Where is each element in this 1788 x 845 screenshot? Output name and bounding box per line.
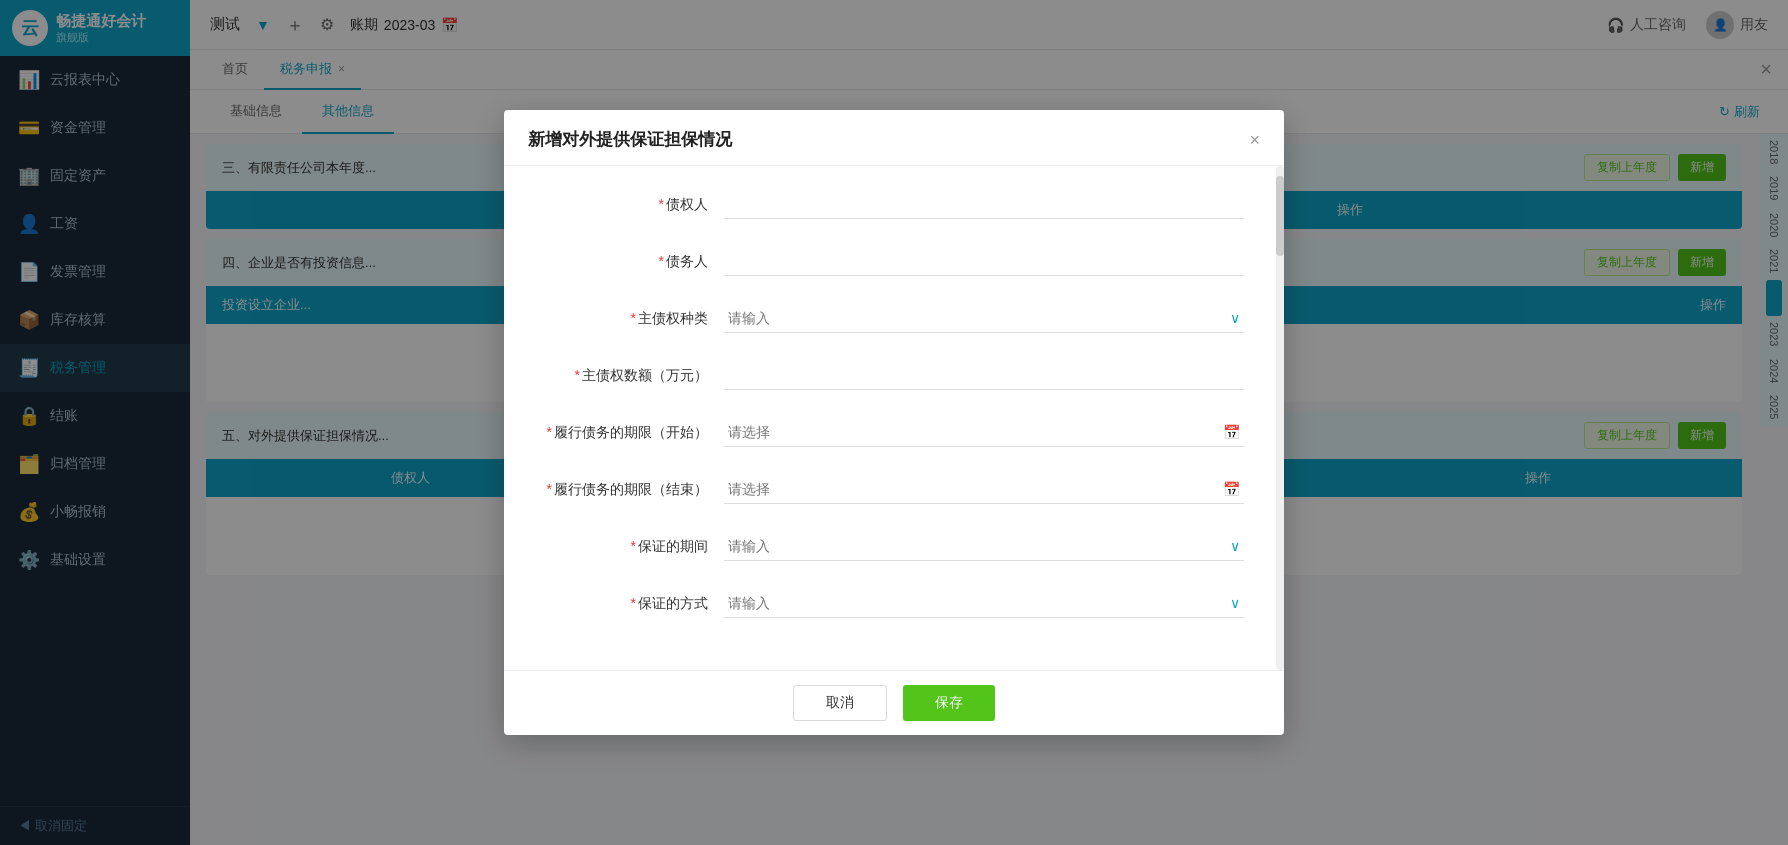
label-start-date: *履行债务的期限（开始）	[544, 424, 724, 442]
modal-overlay[interactable]: 新增对外提供保证担保情况 × *债权人 *债务人	[0, 0, 1788, 845]
modal-footer: 取消 保存	[504, 670, 1284, 735]
required-mark-debt-type: *	[631, 310, 636, 326]
field-debtor: *债务人	[544, 247, 1244, 276]
required-mark-start: *	[547, 424, 552, 440]
label-creditor: *债权人	[544, 196, 724, 214]
modal-title: 新增对外提供保证担保情况	[528, 128, 732, 151]
label-debt-type: *主债权种类	[544, 310, 724, 328]
date-picker-end[interactable]: 📅	[724, 475, 1244, 504]
save-button[interactable]: 保存	[903, 685, 995, 721]
label-guarantee-period: *保证的期间	[544, 538, 724, 556]
modal-close-button[interactable]: ×	[1249, 131, 1260, 149]
input-guarantee-period[interactable]	[724, 532, 1226, 560]
field-creditor: *债权人	[544, 190, 1244, 219]
input-creditor[interactable]	[724, 190, 1244, 219]
modal-body: *债权人 *债务人 *主债权种类 ∨	[504, 166, 1284, 670]
field-start-date: *履行债务的期限（开始） 📅	[544, 418, 1244, 447]
select-guarantee-period[interactable]: ∨	[724, 532, 1244, 561]
chevron-down-icon[interactable]: ∨	[1226, 310, 1244, 326]
label-guarantee-method: *保证的方式	[544, 595, 724, 613]
required-mark-amount: *	[575, 367, 580, 383]
label-debt-amount: *主债权数额（万元）	[544, 367, 724, 385]
input-debt-amount[interactable]	[724, 361, 1244, 390]
modal-header: 新增对外提供保证担保情况 ×	[504, 110, 1284, 166]
input-end-date[interactable]	[724, 475, 1219, 503]
field-debt-amount: *主债权数额（万元）	[544, 361, 1244, 390]
label-end-date: *履行债务的期限（结束）	[544, 481, 724, 499]
scrollbar-track	[1276, 166, 1284, 670]
input-start-date[interactable]	[724, 418, 1219, 446]
scrollbar-thumb[interactable]	[1276, 176, 1284, 256]
calendar-start-icon[interactable]: 📅	[1219, 424, 1244, 440]
input-guarantee-method[interactable]	[724, 589, 1226, 617]
chevron-down-gm-icon[interactable]: ∨	[1226, 595, 1244, 611]
select-guarantee-method[interactable]: ∨	[724, 589, 1244, 618]
input-debt-type[interactable]	[724, 304, 1226, 332]
label-debtor: *债务人	[544, 253, 724, 271]
required-mark-debtor: *	[659, 253, 664, 269]
field-end-date: *履行债务的期限（结束） 📅	[544, 475, 1244, 504]
field-guarantee-period: *保证的期间 ∨	[544, 532, 1244, 561]
required-mark-gp: *	[631, 538, 636, 554]
field-debt-type: *主债权种类 ∨	[544, 304, 1244, 333]
modal-dialog: 新增对外提供保证担保情况 × *债权人 *债务人	[504, 110, 1284, 735]
date-picker-start[interactable]: 📅	[724, 418, 1244, 447]
input-debtor[interactable]	[724, 247, 1244, 276]
chevron-down-gp-icon[interactable]: ∨	[1226, 538, 1244, 554]
required-mark-gm: *	[631, 595, 636, 611]
required-mark-end: *	[547, 481, 552, 497]
field-guarantee-method: *保证的方式 ∨	[544, 589, 1244, 618]
cancel-button[interactable]: 取消	[793, 685, 887, 721]
required-mark: *	[659, 196, 664, 212]
select-debt-type[interactable]: ∨	[724, 304, 1244, 333]
calendar-end-icon[interactable]: 📅	[1219, 481, 1244, 497]
